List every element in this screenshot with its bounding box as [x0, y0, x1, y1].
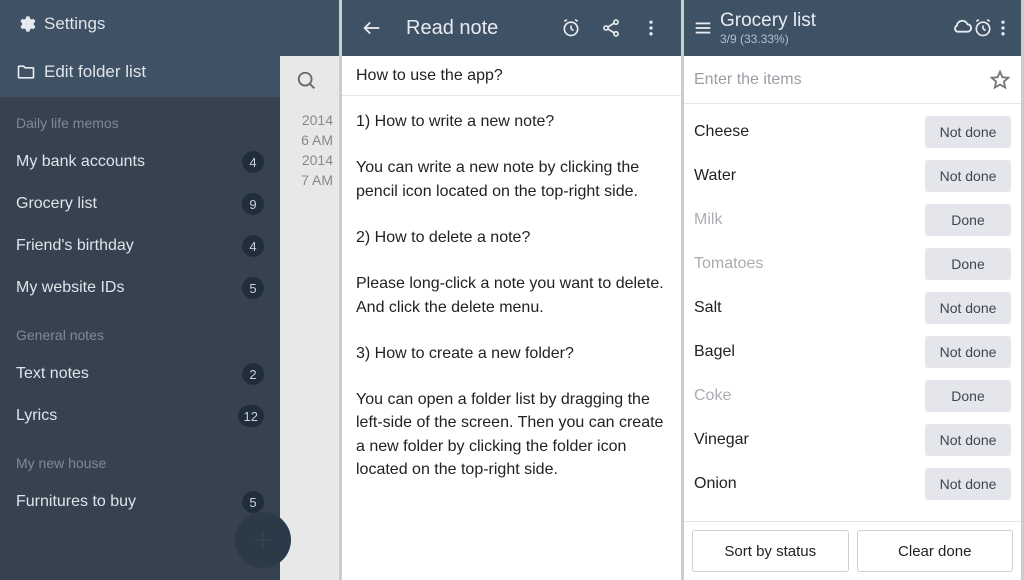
- item-name: Bagel: [694, 343, 735, 361]
- item-name: Onion: [694, 475, 737, 493]
- appbar-read-note: Read note: [342, 0, 681, 56]
- folder-item[interactable]: Grocery list 9: [0, 183, 280, 225]
- folder-item[interactable]: Text notes 2: [0, 353, 280, 395]
- grocery-items: CheeseNot doneWaterNot doneMilkDoneTomat…: [684, 104, 1021, 521]
- folder-count: 2: [242, 363, 264, 385]
- folder-item[interactable]: Friend's birthday 4: [0, 225, 280, 267]
- item-name: Cheese: [694, 123, 749, 141]
- grocery-item: Vinegar Not done: [694, 418, 1011, 462]
- done-button[interactable]: Done: [925, 204, 1011, 236]
- grocery-item: Salt Not done: [694, 286, 1011, 330]
- not-done-button[interactable]: Not done: [925, 424, 1011, 456]
- folder-count: 9: [242, 193, 264, 215]
- drawer-settings-label: Settings: [44, 14, 105, 34]
- folder-name: Lyrics: [16, 407, 57, 425]
- bg-date-3: 7 AM: [301, 170, 333, 190]
- menu-button[interactable]: [692, 17, 714, 39]
- drawer-top: Settings Edit folder list: [0, 0, 280, 96]
- sort-button[interactable]: Sort by status: [692, 530, 849, 572]
- appbar-titles: Grocery list 3/9 (33.33%): [720, 10, 951, 46]
- overflow-menu[interactable]: [993, 18, 1013, 38]
- grocery-item: Tomatoes Done: [694, 242, 1011, 286]
- not-done-button[interactable]: Not done: [925, 292, 1011, 324]
- item-name: Water: [694, 167, 736, 185]
- star-icon[interactable]: [989, 69, 1011, 91]
- grocery-item: Cheese Not done: [694, 110, 1011, 154]
- item-name: Tomatoes: [694, 255, 763, 273]
- bottom-actions: Sort by status Clear done: [684, 521, 1021, 580]
- note-body: 1) How to write a new note? You can writ…: [342, 96, 681, 495]
- overflow-menu[interactable]: [631, 8, 671, 48]
- bg-date-0: 2014: [301, 110, 333, 130]
- not-done-button[interactable]: Not done: [925, 160, 1011, 192]
- share-button[interactable]: [591, 8, 631, 48]
- done-button[interactable]: Done: [925, 380, 1011, 412]
- not-done-button[interactable]: Not done: [925, 116, 1011, 148]
- folder-count: 5: [242, 491, 264, 513]
- drawer-settings[interactable]: Settings: [0, 0, 280, 48]
- grocery-item: Bagel Not done: [694, 330, 1011, 374]
- folder-name: Furnitures to buy: [16, 493, 136, 511]
- grocery-title: Grocery list: [720, 10, 951, 32]
- bg-date-2: 2014: [301, 150, 333, 170]
- folder-icon: [16, 62, 44, 82]
- folder-count: 12: [238, 405, 264, 427]
- folder-count: 4: [242, 151, 264, 173]
- panel-read-note: Read note How to use the app? 1) How to …: [342, 0, 684, 580]
- bg-date-1: 6 AM: [301, 130, 333, 150]
- note-title-text: How to use the app?: [356, 67, 503, 85]
- grocery-item: Water Not done: [694, 154, 1011, 198]
- navigation-drawer: Settings Edit folder list Daily life mem…: [0, 0, 280, 580]
- folder-name: Text notes: [16, 365, 89, 383]
- alarm-button[interactable]: [973, 18, 993, 38]
- section-label: General notes: [0, 309, 280, 353]
- folder-count: 4: [242, 235, 264, 257]
- folder-name: Friend's birthday: [16, 237, 134, 255]
- drawer-edit-folder-label: Edit folder list: [44, 62, 146, 82]
- appbar-title: Read note: [406, 17, 551, 40]
- folder-count: 5: [242, 277, 264, 299]
- appbar-grocery: Grocery list 3/9 (33.33%): [684, 0, 1021, 56]
- cloud-button[interactable]: [951, 17, 973, 39]
- grocery-item: Coke Done: [694, 374, 1011, 418]
- clear-button[interactable]: Clear done: [857, 530, 1014, 572]
- item-name: Salt: [694, 299, 722, 317]
- folder-item[interactable]: Lyrics 12: [0, 395, 280, 437]
- search-icon[interactable]: [275, 56, 339, 106]
- panel-grocery-list: Grocery list 3/9 (33.33%) Cheese Not done…: [684, 0, 1024, 580]
- note-title: How to use the app?: [342, 56, 681, 96]
- folder-item[interactable]: My bank accounts 4: [0, 141, 280, 183]
- not-done-button[interactable]: Not done: [925, 336, 1011, 368]
- not-done-button[interactable]: Not done: [925, 468, 1011, 500]
- done-button[interactable]: Done: [925, 248, 1011, 280]
- section-label: My new house: [0, 437, 280, 481]
- grocery-item: Onion Not done: [694, 462, 1011, 506]
- folder-name: My bank accounts: [16, 153, 145, 171]
- section-label: Daily life memos: [0, 97, 280, 141]
- panel-drawer: 2014 6 AM 2014 7 AM Settings Edit folder…: [0, 0, 342, 580]
- grocery-item: Milk Done: [694, 198, 1011, 242]
- alarm-button[interactable]: [551, 8, 591, 48]
- folder-item[interactable]: My website IDs 5: [0, 267, 280, 309]
- entry-row: [684, 56, 1021, 104]
- folder-name: Grocery list: [16, 195, 97, 213]
- item-name: Vinegar: [694, 431, 749, 449]
- folder-item[interactable]: Furnitures to buy 5: [0, 481, 280, 523]
- back-button[interactable]: [352, 8, 392, 48]
- item-input[interactable]: [694, 71, 989, 89]
- grocery-subtitle: 3/9 (33.33%): [720, 32, 951, 46]
- item-name: Coke: [694, 387, 731, 405]
- gear-icon: [16, 14, 44, 34]
- item-name: Milk: [694, 211, 722, 229]
- folder-name: My website IDs: [16, 279, 124, 297]
- underlay-dates: 2014 6 AM 2014 7 AM: [301, 110, 333, 190]
- drawer-edit-folder[interactable]: Edit folder list: [0, 48, 280, 96]
